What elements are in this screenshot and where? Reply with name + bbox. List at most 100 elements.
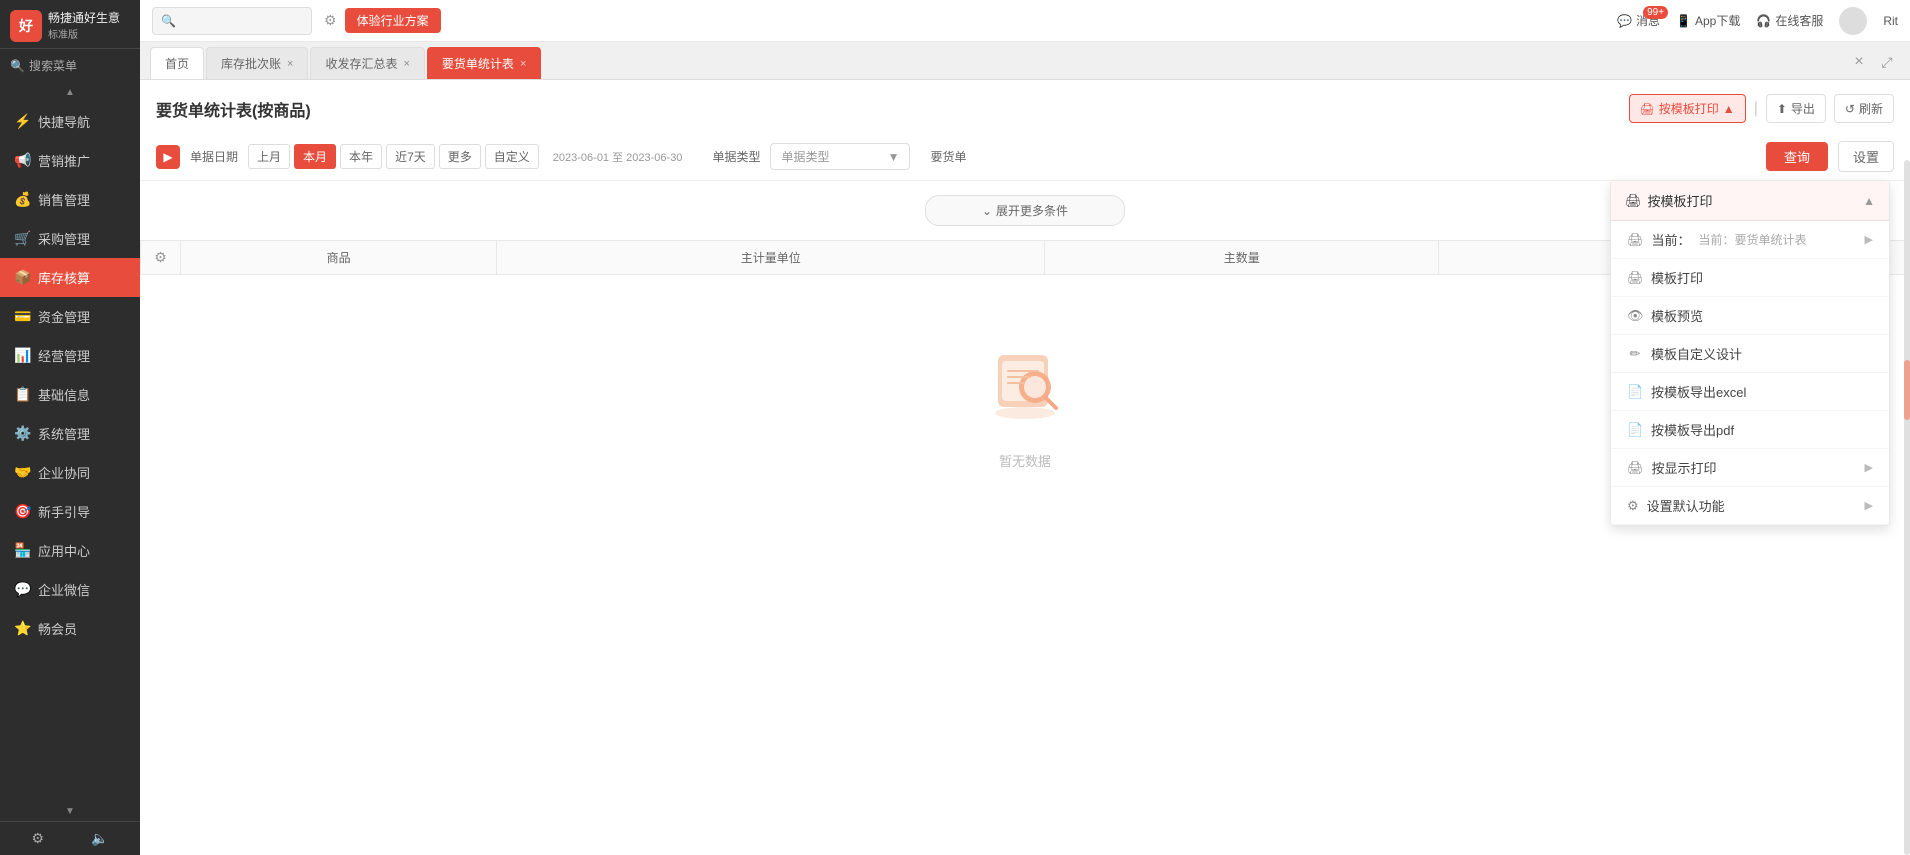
custom-btn[interactable]: 自定义 — [485, 144, 539, 169]
sidebar-item-finance[interactable]: 💳 资金管理 — [0, 297, 140, 336]
online-service-label: 在线客服 — [1775, 12, 1823, 29]
dropdown-collapse-icon[interactable]: ▲ — [1863, 194, 1875, 208]
template-design-icon: ✏ — [1627, 346, 1643, 362]
bill-type-select[interactable]: 单据类型 ▼ — [770, 143, 910, 170]
table-col-settings[interactable]: ⚙ — [141, 241, 181, 275]
query-btn[interactable]: 查询 — [1766, 142, 1828, 171]
dropdown-item-export-pdf[interactable]: 📄 按模板导出pdf — [1611, 411, 1889, 449]
prev-month-btn[interactable]: 上月 — [248, 144, 290, 169]
curr-month-btn[interactable]: 本月 — [294, 144, 336, 169]
page-header: 要货单统计表(按商品) 🖨 按模板打印 ▲ | ⬆ 导出 ↺ 刷新 — [140, 80, 1910, 133]
current-template-name: 当前：要货单统计表 — [1699, 231, 1807, 248]
tab-receipt-summary-close[interactable]: × — [403, 58, 409, 70]
export-pdf-icon: 📄 — [1627, 422, 1643, 438]
sidebar-search[interactable]: 🔍 搜索菜单 — [0, 49, 140, 82]
username-label: Rit — [1883, 14, 1898, 28]
print-btn[interactable]: 🖨 按模板打印 ▲ — [1629, 94, 1746, 123]
bill-type-chevron-icon: ▼ — [888, 150, 900, 164]
export-btn[interactable]: ⬆ 导出 — [1766, 94, 1826, 123]
sidebar-item-label: 销售管理 — [38, 190, 90, 209]
curr-year-btn[interactable]: 本年 — [340, 144, 382, 169]
current-item-icon: 🖨 — [1627, 232, 1644, 248]
sidebar-item-marketing[interactable]: 📢 营销推广 — [0, 141, 140, 180]
purchase-icon: 🛒 — [14, 230, 30, 247]
tab-inventory-batch[interactable]: 库存批次账 × — [206, 47, 308, 79]
sidebar-item-system[interactable]: ⚙️ 系统管理 — [0, 414, 140, 453]
refresh-btn-label: 刷新 — [1859, 100, 1883, 117]
dropdown-item-template-preview[interactable]: 👁 模板预览 — [1611, 297, 1889, 335]
bill-type-label: 单据类型 — [712, 148, 760, 165]
tab-order-stats-close[interactable]: × — [520, 58, 526, 70]
sidebar-item-guide[interactable]: 🎯 新手引导 — [0, 492, 140, 531]
sidebar-footer: ⚙ 🔈 — [0, 821, 140, 855]
current-item-arrow: ▶ — [1865, 233, 1873, 246]
topbar-gear-icon[interactable]: ⚙ — [324, 12, 337, 29]
date-filter-label: 单据日期 — [190, 148, 238, 165]
dropdown-header-left: 🖨 按模板打印 — [1625, 191, 1713, 210]
template-preview-label: 模板预览 — [1651, 306, 1703, 325]
guide-icon: 🎯 — [14, 503, 30, 520]
sidebar-item-purchase[interactable]: 🛒 采购管理 — [0, 219, 140, 258]
close-window-btn[interactable]: × — [1846, 49, 1872, 75]
search-icon: 🔍 — [10, 59, 25, 73]
sidebar-item-member[interactable]: ⭐ 畅会员 — [0, 609, 140, 648]
dropdown-set-default[interactable]: ⚙ 设置默认功能 ▶ — [1611, 487, 1889, 525]
sidebar-item-appstore[interactable]: 🏪 应用中心 — [0, 531, 140, 570]
messages-btn[interactable]: 💬 消息 99+ — [1617, 12, 1660, 29]
settings-btn[interactable]: 设置 — [1838, 141, 1894, 172]
dropdown-item-template-design[interactable]: ✏ 模板自定义设计 — [1611, 335, 1889, 373]
sidebar-item-basic[interactable]: 📋 基础信息 — [0, 375, 140, 414]
dropdown-current-item[interactable]: 🖨 当前： 当前：要货单统计表 ▶ — [1611, 221, 1889, 259]
user-avatar[interactable] — [1839, 7, 1867, 35]
refresh-btn[interactable]: ↺ 刷新 — [1834, 94, 1894, 123]
topbar-search-box[interactable]: 🔍 — [152, 7, 312, 35]
sidebar-scroll-up[interactable]: ▲ — [0, 82, 140, 102]
home-tab-label: 首页 — [165, 55, 189, 72]
more-btn[interactable]: 更多 — [439, 144, 481, 169]
table-col-goods: 商品 — [181, 241, 497, 275]
sidebar-item-label: 应用中心 — [38, 541, 90, 560]
last7days-btn[interactable]: 近7天 — [386, 144, 435, 169]
sidebar-item-label: 企业协同 — [38, 463, 90, 482]
settings-footer-icon[interactable]: ⚙ — [32, 830, 45, 847]
current-item-label: 当前： — [1652, 230, 1691, 249]
export-excel-icon: 📄 — [1627, 384, 1643, 400]
tab-home[interactable]: 首页 — [150, 47, 204, 79]
sidebar-item-label: 快捷导航 — [38, 112, 90, 131]
tab-order-stats[interactable]: 要货单统计表 × — [427, 47, 541, 79]
topbar-right: 💬 消息 99+ 📱 App下载 🎧 在线客服 Rit — [1617, 7, 1898, 35]
dropdown-sub-left-default: ⚙ 设置默认功能 — [1627, 496, 1725, 515]
print-btn-label: 按模板打印 — [1659, 100, 1719, 117]
sidebar-item-sales[interactable]: 💰 销售管理 — [0, 180, 140, 219]
dropdown-display-print[interactable]: 🖨 按显示打印 ▶ — [1611, 449, 1889, 487]
speaker-footer-icon[interactable]: 🔈 — [91, 830, 108, 847]
sidebar-item-inventory[interactable]: 📦 库存核算 — [0, 258, 140, 297]
expand-more-btn[interactable]: ⌄ 展开更多条件 — [925, 195, 1125, 226]
tab-inventory-batch-close[interactable]: × — [287, 58, 293, 70]
dropdown-item-template-print[interactable]: 🖨 模板打印 — [1611, 259, 1889, 297]
tab-receipt-summary[interactable]: 收发存汇总表 × — [310, 47, 424, 79]
sidebar-item-wxwork[interactable]: 💬 企业微信 — [0, 570, 140, 609]
sidebar-scroll-down[interactable]: ▼ — [0, 801, 140, 821]
sidebar-item-collab[interactable]: 🤝 企业协同 — [0, 453, 140, 492]
sidebar-item-label: 基础信息 — [38, 385, 90, 404]
filter-expand-btn[interactable]: ▶ — [156, 145, 180, 169]
table-col-qty: 主数量 — [1045, 241, 1439, 275]
sidebar-item-label: 营销推广 — [38, 151, 90, 170]
maximize-window-btn[interactable]: ⤢ — [1874, 49, 1900, 75]
topbar: 🔍 ⚙ 体验行业方案 💬 消息 99+ 📱 App下载 🎧 在线客服 Rit — [140, 0, 1910, 42]
online-service-btn[interactable]: 🎧 在线客服 — [1756, 12, 1823, 29]
trial-btn[interactable]: 体验行业方案 — [345, 8, 441, 33]
scroll-thumb[interactable] — [1904, 360, 1910, 420]
sidebar-item-quick-nav[interactable]: ⚡ 快捷导航 — [0, 102, 140, 141]
sidebar-item-operations[interactable]: 📊 经营管理 — [0, 336, 140, 375]
operations-icon: 📊 — [14, 347, 30, 364]
app-download-btn[interactable]: 📱 App下载 — [1676, 12, 1740, 29]
export-excel-label: 按模板导出excel — [1651, 382, 1746, 401]
expand-more-label: 展开更多条件 — [996, 202, 1068, 219]
main-area: 🔍 ⚙ 体验行业方案 💬 消息 99+ 📱 App下载 🎧 在线客服 Rit — [140, 0, 1910, 855]
chevron-down-icon: ⌄ — [982, 204, 992, 218]
table-settings-icon[interactable]: ⚙ — [154, 249, 167, 265]
set-default-arrow: ▶ — [1865, 499, 1873, 512]
dropdown-item-export-excel[interactable]: 📄 按模板导出excel — [1611, 373, 1889, 411]
